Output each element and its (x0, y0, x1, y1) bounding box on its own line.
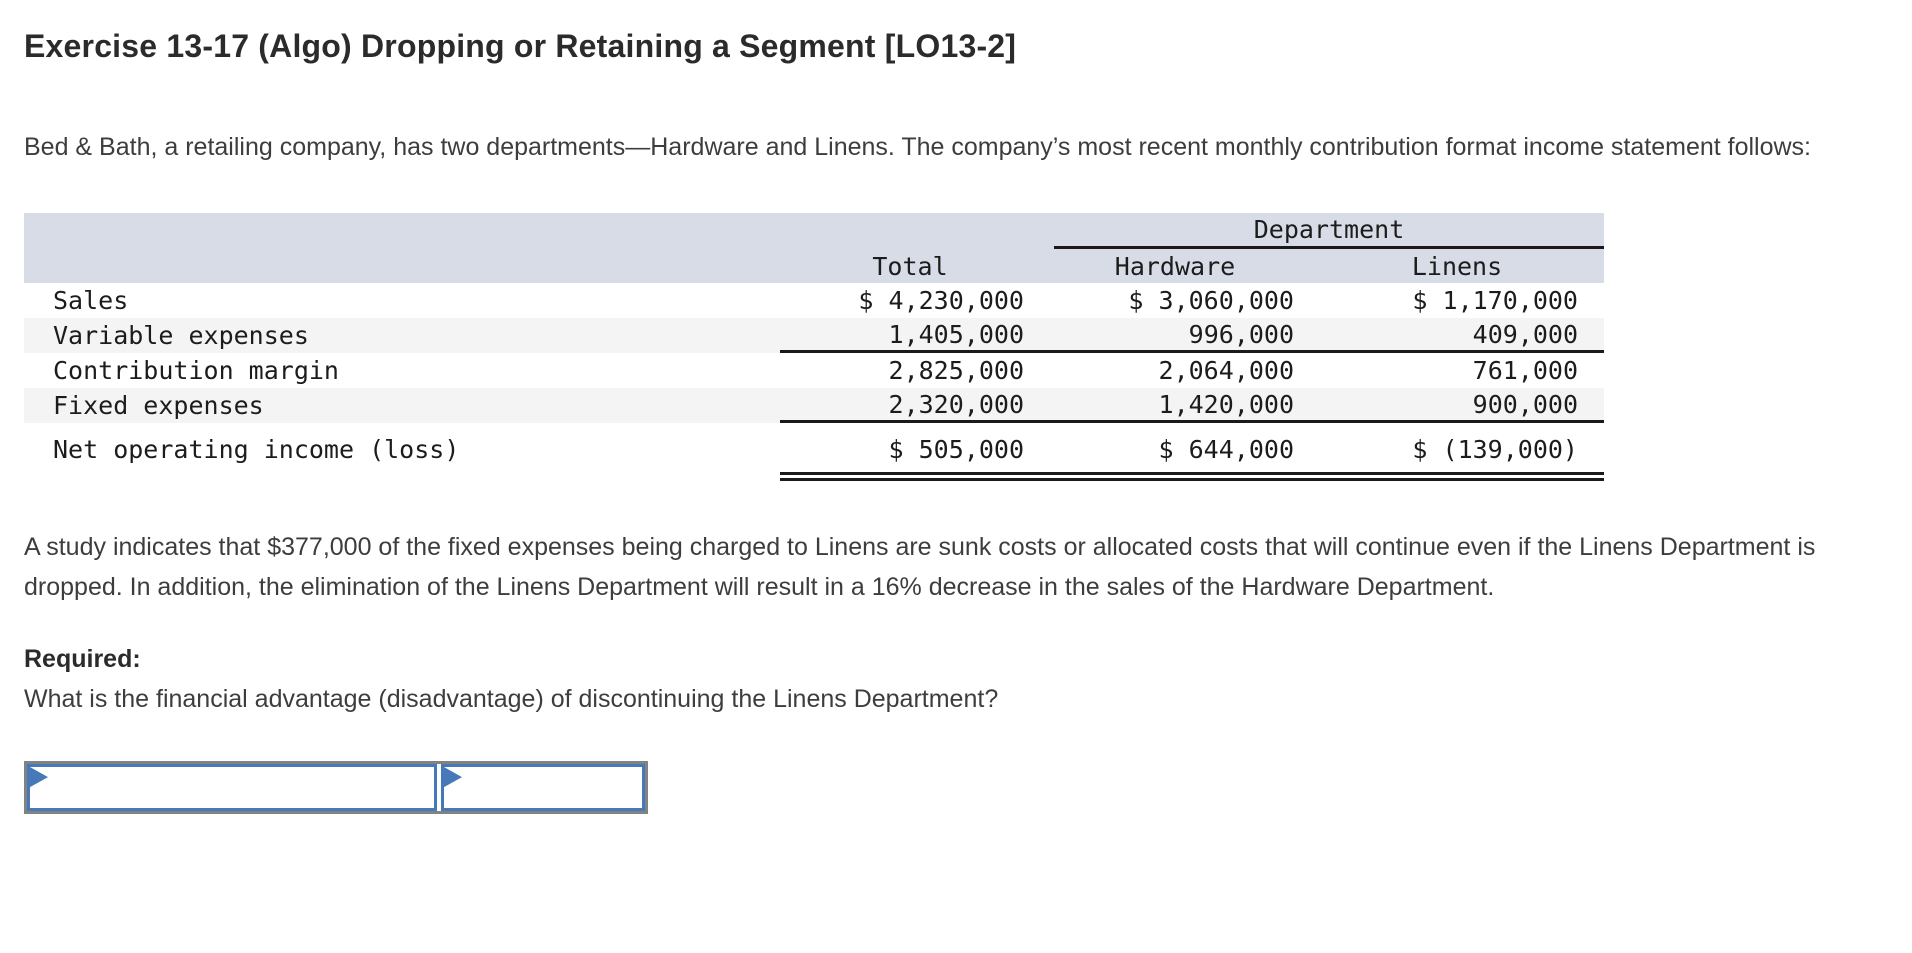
page-title: Exercise 13-17 (Algo) Dropping or Retain… (24, 28, 1017, 64)
column-header-row: Total Hardware Linens (24, 249, 1604, 283)
cell-hardware: 996,000 (1040, 318, 1310, 353)
table-row-net-operating-income: Net operating income (loss) $ 505,000 $ … (24, 423, 1604, 469)
table-row-variable-expenses: Variable expenses 1,405,000 996,000 409,… (24, 318, 1604, 353)
question-text: What is the financial advantage (disadva… (24, 685, 999, 713)
answer-descriptor-input[interactable] (444, 767, 642, 808)
cell-total: $ 4,230,000 (858, 286, 1024, 315)
column-header-hardware: Hardware (1114, 251, 1236, 281)
cell-linens: 900,000 (1310, 388, 1604, 423)
table-header: Department Total Hardware Linens (24, 213, 1604, 283)
cell-hardware: $ 3,060,000 (1128, 286, 1294, 315)
cell-linens: 409,000 (1310, 318, 1604, 353)
answer-cell-amount[interactable] (27, 764, 437, 811)
row-label: Contribution margin (53, 356, 339, 385)
cell-linens: $ 1,170,000 (1412, 286, 1578, 315)
cell-total: 2,825,000 (888, 356, 1024, 385)
answer-box (24, 761, 648, 814)
row-label: Fixed expenses (53, 391, 264, 420)
department-group-header: Department (1054, 213, 1604, 249)
required-label: Required: (24, 645, 141, 673)
header-spacer (780, 213, 1040, 249)
header-spacer (24, 249, 780, 283)
row-label: Sales (53, 286, 129, 315)
table-row-fixed-expenses: Fixed expenses 2,320,000 1,420,000 900,0… (24, 388, 1604, 423)
table-row-sales: Sales $ 4,230,000 $ 3,060,000 $ 1,170,00… (24, 283, 1604, 318)
cell-total: $ 505,000 (888, 434, 1024, 464)
double-underline-rule (780, 472, 1604, 481)
cell-hardware: $ 644,000 (1158, 434, 1294, 464)
cell-linens: $ (139,000) (1412, 434, 1578, 464)
income-statement-table: Department Total Hardware Linens Sales $… (24, 213, 1604, 481)
header-spacer (24, 213, 780, 249)
cell-hardware: 2,064,000 (1158, 356, 1294, 385)
answer-amount-input[interactable] (30, 767, 434, 808)
cell-total: 1,405,000 (780, 318, 1040, 353)
column-header-linens: Linens (1411, 251, 1503, 281)
cell-total: 2,320,000 (780, 388, 1040, 423)
answer-cell-descriptor[interactable] (441, 764, 645, 811)
row-label: Net operating income (loss) (53, 434, 460, 464)
row-label: Variable expenses (53, 321, 309, 350)
department-header-row: Department (24, 213, 1604, 249)
column-header-total: Total (872, 251, 948, 281)
cell-hardware: 1,420,000 (1040, 388, 1310, 423)
study-note-paragraph: A study indicates that $377,000 of the f… (24, 533, 1816, 601)
cell-linens: 761,000 (1472, 356, 1578, 385)
table-row-contribution-margin: Contribution margin 2,825,000 2,064,000 … (24, 353, 1604, 388)
intro-paragraph: Bed & Bath, a retailing company, has two… (24, 133, 1811, 161)
